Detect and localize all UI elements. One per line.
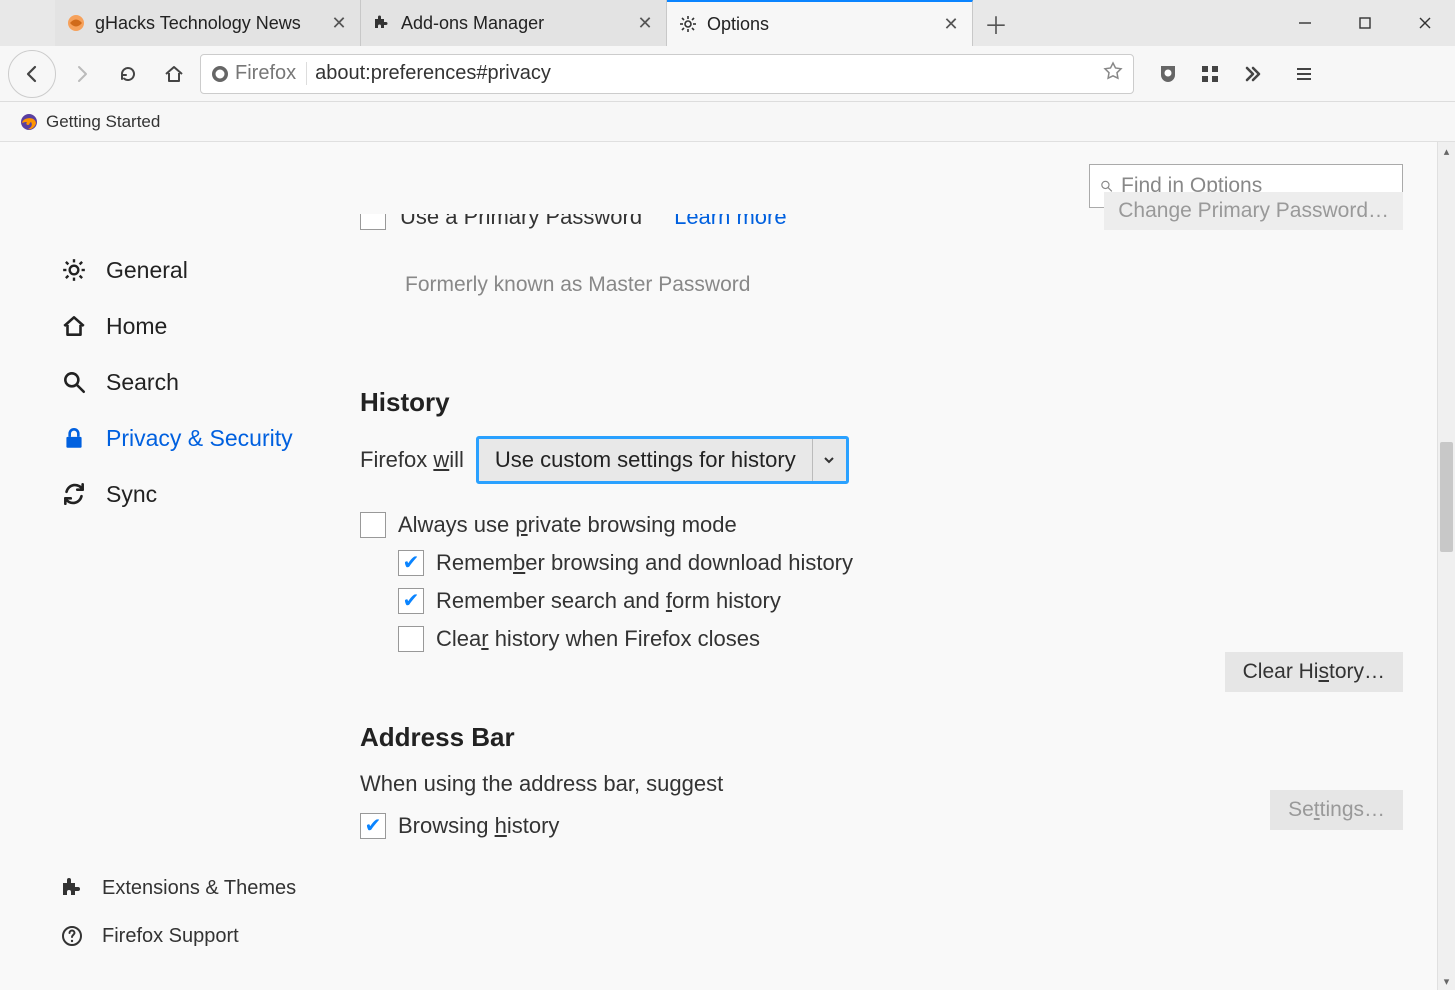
firefox-icon xyxy=(20,113,38,131)
category-sync[interactable]: Sync xyxy=(50,466,340,522)
categories-sidebar: General Home Search Privacy & Security xyxy=(0,142,340,990)
select-value: Use custom settings for history xyxy=(479,447,812,473)
tab-options[interactable]: Options ✕ xyxy=(667,0,973,46)
suggest-history-checkbox[interactable] xyxy=(360,813,386,839)
always-private-label: Always use private browsing mode xyxy=(398,512,737,538)
new-tab-button[interactable]: ＋ xyxy=(973,0,1019,46)
main-pane: Change Primary Password… Use a Primary P… xyxy=(340,142,1437,990)
category-label: Privacy & Security xyxy=(106,425,293,452)
firefox-will-label: Firefox will xyxy=(360,447,464,473)
url-bar[interactable]: Firefox about:preferences#privacy xyxy=(200,54,1134,94)
clear-history-button[interactable]: Clear History… xyxy=(1225,652,1403,692)
tab-ghacks[interactable]: gHacks Technology News ✕ xyxy=(55,0,361,46)
sidebar-label: Extensions & Themes xyxy=(102,877,296,900)
gear-icon xyxy=(60,256,88,284)
category-label: General xyxy=(106,257,188,284)
window-controls xyxy=(1275,0,1455,46)
preferences-content: General Home Search Privacy & Security xyxy=(0,142,1437,990)
primary-password-note: Formerly known as Master Password xyxy=(405,273,1397,297)
favicon-ghacks xyxy=(67,14,85,32)
close-icon[interactable]: ✕ xyxy=(636,14,654,32)
sync-icon xyxy=(60,480,88,508)
always-private-checkbox[interactable] xyxy=(360,512,386,538)
bookmarks-toolbar: Getting Started xyxy=(0,102,1455,142)
category-label: Search xyxy=(106,369,179,396)
home-icon xyxy=(60,312,88,340)
clear-on-close-checkbox[interactable] xyxy=(398,626,424,652)
url-text: about:preferences#privacy xyxy=(315,62,1095,85)
learn-more-link[interactable]: Learn more xyxy=(674,214,787,230)
scroll-down-arrow[interactable]: ▾ xyxy=(1438,972,1455,990)
remember-browsing-label: Remember browsing and download history xyxy=(436,550,853,576)
vertical-scrollbar[interactable]: ▴ ▾ xyxy=(1437,142,1455,990)
close-icon[interactable]: ✕ xyxy=(330,14,348,32)
addressbar-intro: When using the address bar, suggest xyxy=(360,771,1397,797)
maximize-button[interactable] xyxy=(1335,0,1395,46)
close-window-button[interactable] xyxy=(1395,0,1455,46)
category-general[interactable]: General xyxy=(50,242,340,298)
remember-search-checkbox[interactable] xyxy=(398,588,424,614)
category-privacy[interactable]: Privacy & Security xyxy=(50,410,340,466)
sidebar-label: Firefox Support xyxy=(102,925,239,948)
search-icon xyxy=(60,368,88,396)
category-search[interactable]: Search xyxy=(50,354,340,410)
addressbar-heading: Address Bar xyxy=(360,722,1397,753)
history-mode-select[interactable]: Use custom settings for history xyxy=(476,436,849,484)
history-heading: History xyxy=(360,387,1397,418)
tab-label: Add-ons Manager xyxy=(401,13,636,34)
remember-browsing-checkbox[interactable] xyxy=(398,550,424,576)
help-icon xyxy=(60,924,84,948)
home-button[interactable] xyxy=(154,54,194,94)
identity-label: Firefox xyxy=(235,62,296,85)
scroll-up-arrow[interactable]: ▴ xyxy=(1438,142,1455,160)
identity-box[interactable]: Firefox xyxy=(211,62,307,85)
menu-button[interactable] xyxy=(1284,54,1324,94)
reload-button[interactable] xyxy=(108,54,148,94)
primary-password-label: Use a Primary Password xyxy=(400,214,642,230)
tab-label: Options xyxy=(707,14,942,35)
puzzle-icon xyxy=(60,876,84,900)
close-icon[interactable]: ✕ xyxy=(942,15,960,33)
lock-icon xyxy=(60,424,88,452)
tab-spacer xyxy=(0,0,55,46)
addons-icon[interactable] xyxy=(1190,54,1230,94)
suggest-history-label: Browsing history xyxy=(398,813,559,839)
forward-button[interactable] xyxy=(62,54,102,94)
tab-label: gHacks Technology News xyxy=(95,13,330,34)
overflow-icon[interactable] xyxy=(1232,54,1272,94)
primary-password-checkbox[interactable] xyxy=(360,214,386,230)
tab-addons[interactable]: Add-ons Manager ✕ xyxy=(361,0,667,46)
clear-on-close-label: Clear history when Firefox closes xyxy=(436,626,760,652)
puzzle-icon xyxy=(373,14,391,32)
remember-search-label: Remember search and form history xyxy=(436,588,781,614)
category-home[interactable]: Home xyxy=(50,298,340,354)
back-button[interactable] xyxy=(8,50,56,98)
history-settings-button: Settings… xyxy=(1270,790,1403,830)
ublock-icon[interactable] xyxy=(1148,54,1188,94)
sidebar-extensions[interactable]: Extensions & Themes xyxy=(50,864,306,912)
bookmark-label: Getting Started xyxy=(46,112,160,132)
tab-bar: gHacks Technology News ✕ Add-ons Manager… xyxy=(0,0,1455,46)
sidebar-support[interactable]: Firefox Support xyxy=(50,912,306,960)
nav-toolbar: Firefox about:preferences#privacy xyxy=(0,46,1455,102)
bookmark-getting-started[interactable]: Getting Started xyxy=(14,108,166,136)
scroll-thumb[interactable] xyxy=(1440,442,1453,552)
category-label: Home xyxy=(106,313,167,340)
chevron-down-icon xyxy=(812,439,846,481)
bookmark-star-icon[interactable] xyxy=(1103,61,1123,87)
minimize-button[interactable] xyxy=(1275,0,1335,46)
gear-icon xyxy=(679,15,697,33)
category-label: Sync xyxy=(106,481,157,508)
firefox-logo-icon xyxy=(211,65,229,83)
